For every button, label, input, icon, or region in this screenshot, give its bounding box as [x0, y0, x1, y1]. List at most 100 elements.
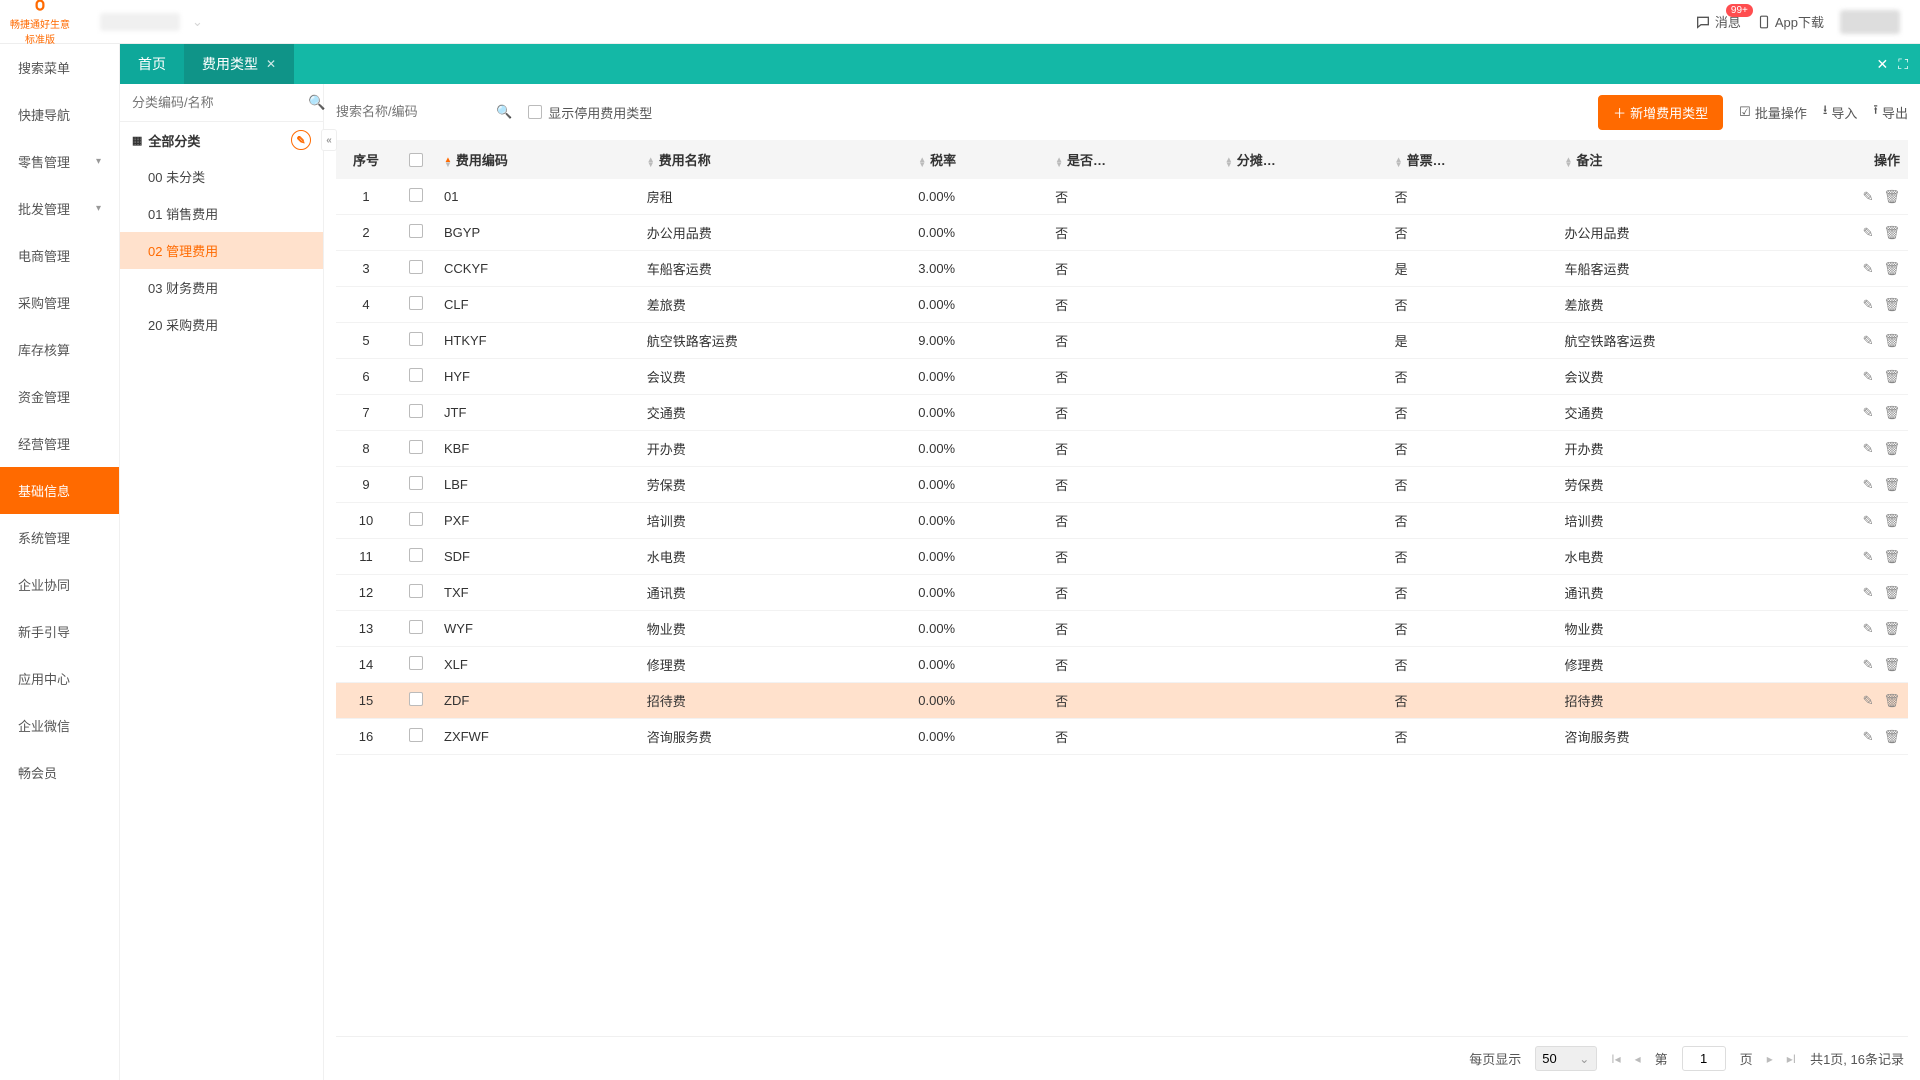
category-item[interactable]: 01 销售费用 [120, 195, 323, 232]
edit-icon[interactable]: ✎ [1863, 693, 1874, 709]
sidebar-item[interactable]: 基础信息 [0, 467, 119, 514]
table-row[interactable]: 8KBF开办费0.00%否否开办费✎🗑 [336, 431, 1908, 467]
delete-icon[interactable]: 🗑 [1883, 549, 1900, 565]
sidebar-item[interactable]: 畅会员 [0, 749, 119, 796]
col-ticket[interactable]: ▲▼普票… [1387, 140, 1557, 179]
sidebar-item[interactable]: 企业协同 [0, 561, 119, 608]
category-search-input[interactable] [132, 95, 308, 110]
org-selector[interactable]: ⌄ [80, 13, 223, 31]
edit-icon[interactable]: ✎ [1863, 189, 1874, 205]
edit-icon[interactable]: ✎ [1863, 333, 1874, 349]
cell-checkbox[interactable] [396, 647, 436, 683]
col-name[interactable]: ▲▼费用名称 [639, 140, 910, 179]
cell-checkbox[interactable] [396, 179, 436, 215]
close-all-icon[interactable]: ✕ [1876, 56, 1888, 73]
cell-checkbox[interactable] [396, 503, 436, 539]
delete-icon[interactable]: 🗑 [1883, 405, 1900, 421]
delete-icon[interactable]: 🗑 [1883, 621, 1900, 637]
cell-checkbox[interactable] [396, 431, 436, 467]
sidebar-item[interactable]: 采购管理 [0, 279, 119, 326]
delete-icon[interactable]: 🗑 [1883, 369, 1900, 385]
edit-icon[interactable]: ✎ [1863, 513, 1874, 529]
search-icon[interactable]: 🔍 [496, 104, 512, 120]
cell-checkbox[interactable] [396, 359, 436, 395]
cell-checkbox[interactable] [396, 683, 436, 719]
col-is[interactable]: ▲▼是否… [1047, 140, 1217, 179]
prev-page-icon[interactable]: ◂ [1635, 1052, 1641, 1066]
cell-checkbox[interactable] [396, 287, 436, 323]
search-icon[interactable]: 🔍 [308, 94, 325, 111]
category-item[interactable]: 02 管理费用 [120, 232, 323, 269]
table-row[interactable]: 13WYF物业费0.00%否否物业费✎🗑 [336, 611, 1908, 647]
category-item[interactable]: 03 财务费用 [120, 269, 323, 306]
delete-icon[interactable]: 🗑 [1883, 477, 1900, 493]
messages-link[interactable]: 消息 99+ [1695, 12, 1741, 31]
table-row[interactable]: 101房租0.00%否否✎🗑 [336, 179, 1908, 215]
cell-checkbox[interactable] [396, 575, 436, 611]
sidebar-item[interactable]: 新手引导 [0, 608, 119, 655]
table-row[interactable]: 10PXF培训费0.00%否否培训费✎🗑 [336, 503, 1908, 539]
cell-checkbox[interactable] [396, 539, 436, 575]
table-row[interactable]: 3CCKYF车船客运费3.00%否是车船客运费✎🗑 [336, 251, 1908, 287]
sidebar-item[interactable]: 应用中心 [0, 655, 119, 702]
edit-icon[interactable]: ✎ [1863, 585, 1874, 601]
table-row[interactable]: 7JTF交通费0.00%否否交通费✎🗑 [336, 395, 1908, 431]
import-button[interactable]: ⭳ 导入 [1823, 101, 1858, 123]
delete-icon[interactable]: 🗑 [1883, 693, 1900, 709]
edit-icon[interactable]: ✎ [1863, 477, 1874, 493]
edit-icon[interactable]: ✎ [1863, 297, 1874, 313]
cell-checkbox[interactable] [396, 395, 436, 431]
edit-icon[interactable]: ✎ [1863, 225, 1874, 241]
table-row[interactable]: 12TXF通讯费0.00%否否通讯费✎🗑 [336, 575, 1908, 611]
sidebar-item[interactable]: 搜索菜单 [0, 44, 119, 91]
table-row[interactable]: 2BGYP办公用品费0.00%否否办公用品费✎🗑 [336, 215, 1908, 251]
first-page-icon[interactable]: I◂ [1611, 1052, 1620, 1066]
show-disabled-checkbox[interactable]: 显示停用费用类型 [528, 103, 652, 122]
batch-button[interactable]: ☑ 批量操作 [1739, 103, 1807, 122]
delete-icon[interactable]: 🗑 [1883, 297, 1900, 313]
cell-checkbox[interactable] [396, 467, 436, 503]
category-header[interactable]: ▦ 全部分类 ✎ « [120, 121, 323, 158]
category-item[interactable]: 00 未分类 [120, 158, 323, 195]
app-download-link[interactable]: App下载 [1757, 12, 1824, 31]
sidebar-item[interactable]: 批发管理▾ [0, 185, 119, 232]
sidebar-item[interactable]: 电商管理 [0, 232, 119, 279]
cell-checkbox[interactable] [396, 251, 436, 287]
table-row[interactable]: 14XLF修理费0.00%否否修理费✎🗑 [336, 647, 1908, 683]
table-row[interactable]: 5HTKYF航空铁路客运费9.00%否是航空铁路客运费✎🗑 [336, 323, 1908, 359]
table-row[interactable]: 6HYF会议费0.00%否否会议费✎🗑 [336, 359, 1908, 395]
sidebar-item[interactable]: 经营管理 [0, 420, 119, 467]
edit-icon[interactable]: ✎ [1863, 261, 1874, 277]
cell-checkbox[interactable] [396, 719, 436, 755]
cell-checkbox[interactable] [396, 215, 436, 251]
col-code[interactable]: ▲▼费用编码 [436, 140, 639, 179]
delete-icon[interactable]: 🗑 [1883, 729, 1900, 745]
edit-icon[interactable]: ✎ [1863, 621, 1874, 637]
new-button[interactable]: ＋ 新增费用类型 [1598, 95, 1723, 130]
export-button[interactable]: ⭱ 导出 [1873, 101, 1908, 123]
next-page-icon[interactable]: ▸ [1767, 1052, 1773, 1066]
edit-icon[interactable]: ✎ [291, 130, 311, 150]
avatar[interactable] [1840, 10, 1900, 34]
delete-icon[interactable]: 🗑 [1883, 441, 1900, 457]
table-row[interactable]: 15ZDF招待费0.00%否否招待费✎🗑 [336, 683, 1908, 719]
delete-icon[interactable]: 🗑 [1883, 333, 1900, 349]
table-row[interactable]: 9LBF劳保费0.00%否否劳保费✎🗑 [336, 467, 1908, 503]
table-row[interactable]: 11SDF水电费0.00%否否水电费✎🗑 [336, 539, 1908, 575]
sidebar-item[interactable]: 资金管理 [0, 373, 119, 420]
category-item[interactable]: 20 采购费用 [120, 306, 323, 343]
col-seq[interactable]: 序号 [336, 140, 396, 179]
delete-icon[interactable]: 🗑 [1883, 225, 1900, 241]
col-alloc[interactable]: ▲▼分摊… [1217, 140, 1387, 179]
edit-icon[interactable]: ✎ [1863, 405, 1874, 421]
col-remark[interactable]: ▲▼备注 [1556, 140, 1828, 179]
sidebar-item[interactable]: 系统管理 [0, 514, 119, 561]
tab-home[interactable]: 首页 [120, 44, 184, 84]
edit-icon[interactable]: ✎ [1863, 657, 1874, 673]
tab-expense-type[interactable]: 费用类型 ✕ [184, 44, 294, 84]
delete-icon[interactable]: 🗑 [1883, 189, 1900, 205]
edit-icon[interactable]: ✎ [1863, 441, 1874, 457]
sidebar-item[interactable]: 库存核算 [0, 326, 119, 373]
col-checkbox[interactable] [396, 140, 436, 179]
edit-icon[interactable]: ✎ [1863, 549, 1874, 565]
